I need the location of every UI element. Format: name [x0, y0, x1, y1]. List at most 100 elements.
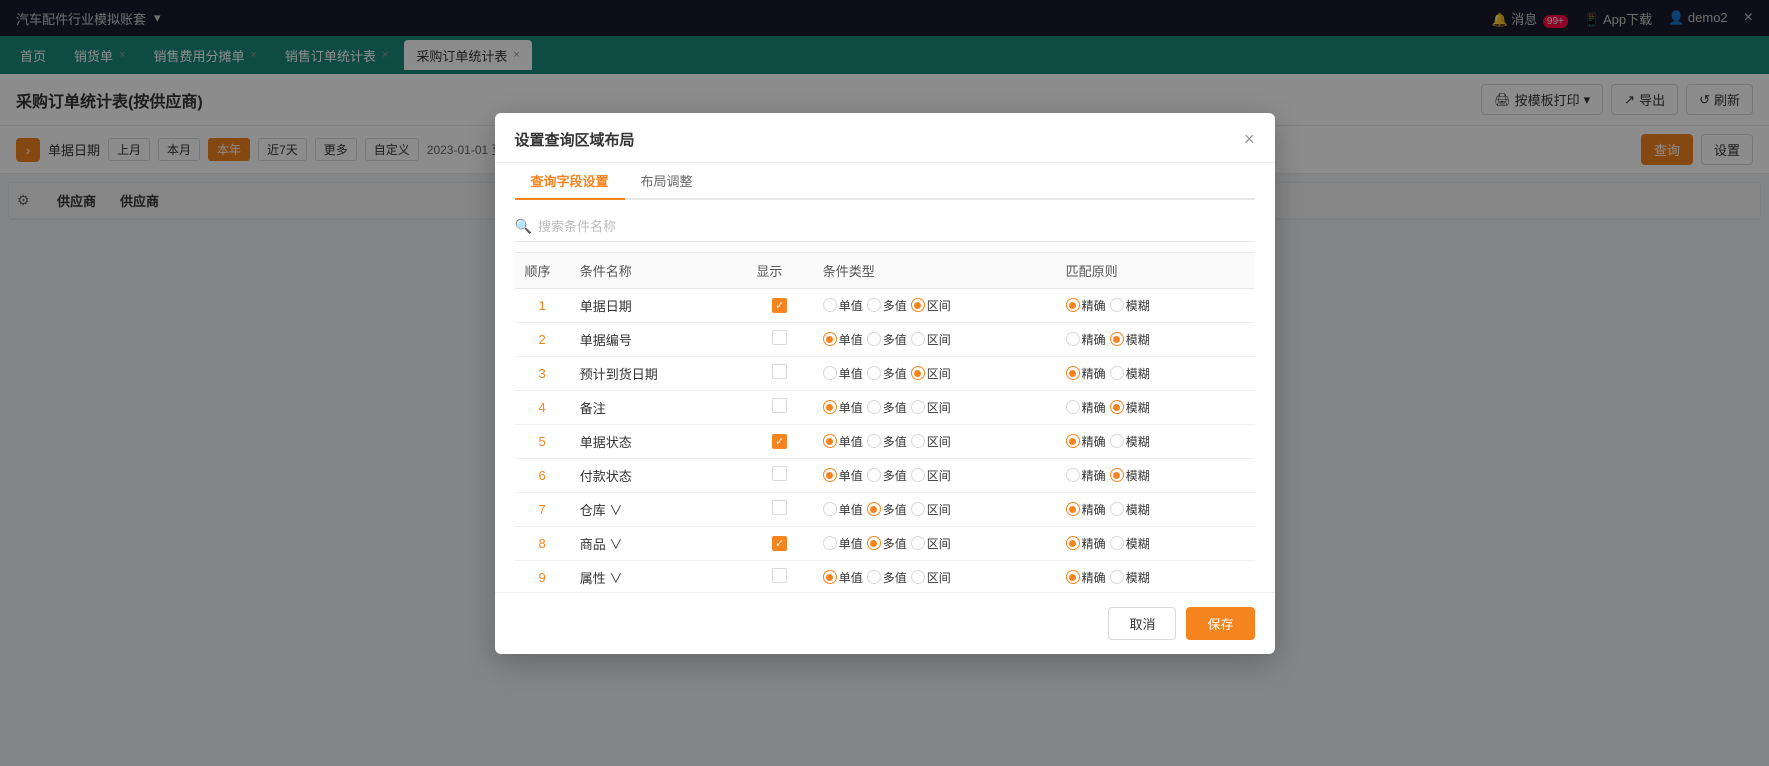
radio-match-模糊[interactable]: 模糊: [1110, 569, 1150, 586]
radio-type-单值[interactable]: 单值: [823, 399, 863, 416]
radio-circle: [1066, 332, 1080, 346]
radio-circle: [1110, 536, 1124, 550]
radio-type-区间[interactable]: 区间: [911, 467, 951, 484]
row-display-cell: ✓: [746, 526, 812, 560]
row-type-cell: 单值多值区间: [813, 424, 1056, 458]
conditions-table-scroll[interactable]: 顺序 条件名称 显示 条件类型 匹配原则 1单据日期✓单值多值区间精确模糊2单据…: [515, 252, 1255, 592]
radio-type-多值[interactable]: 多值: [867, 331, 907, 348]
row-order: 5: [515, 424, 570, 458]
row-display-checkbox[interactable]: [772, 568, 787, 583]
row-display-checkbox[interactable]: [772, 500, 787, 515]
radio-circle: [867, 400, 881, 414]
row-name: 单据编号: [570, 322, 747, 356]
radio-circle: [1110, 502, 1124, 516]
dialog-close-btn[interactable]: ×: [1244, 129, 1255, 150]
radio-type-区间[interactable]: 区间: [911, 433, 951, 450]
radio-type-区间[interactable]: 区间: [911, 365, 951, 382]
row-display-checkbox[interactable]: ✓: [772, 536, 787, 551]
radio-type-多值[interactable]: 多值: [867, 297, 907, 314]
radio-circle: [1066, 400, 1080, 414]
radio-type-区间[interactable]: 区间: [911, 535, 951, 552]
radio-type-区间[interactable]: 区间: [911, 569, 951, 586]
row-display-checkbox[interactable]: [772, 466, 787, 481]
radio-type-区间[interactable]: 区间: [911, 501, 951, 518]
radio-match-精确[interactable]: 精确: [1066, 467, 1106, 484]
row-display-cell: [746, 492, 812, 526]
radio-match-模糊[interactable]: 模糊: [1110, 433, 1150, 450]
radio-circle: [911, 468, 925, 482]
row-display-cell: ✓: [746, 288, 812, 322]
radio-type-单值[interactable]: 单值: [823, 297, 863, 314]
row-type-cell: 单值多值区间: [813, 492, 1056, 526]
radio-match-模糊[interactable]: 模糊: [1110, 365, 1150, 382]
row-display-checkbox[interactable]: [772, 330, 787, 345]
radio-match-模糊[interactable]: 模糊: [1110, 297, 1150, 314]
radio-type-多值[interactable]: 多值: [867, 535, 907, 552]
radio-match-精确[interactable]: 精确: [1066, 535, 1106, 552]
radio-circle: [867, 332, 881, 346]
radio-circle: [1110, 332, 1124, 346]
radio-type-多值[interactable]: 多值: [867, 399, 907, 416]
row-type-cell: 单值多值区间: [813, 322, 1056, 356]
save-btn[interactable]: 保存: [1186, 607, 1254, 640]
row-display-checkbox[interactable]: ✓: [772, 434, 787, 449]
radio-match-精确[interactable]: 精确: [1066, 399, 1106, 416]
row-display-cell: [746, 356, 812, 390]
radio-match-模糊[interactable]: 模糊: [1110, 331, 1150, 348]
dialog-tab-layout[interactable]: 布局调整: [625, 163, 709, 200]
radio-circle: [823, 570, 837, 584]
th-match: 匹配原则: [1056, 252, 1255, 288]
radio-type-多值[interactable]: 多值: [867, 467, 907, 484]
radio-match-精确[interactable]: 精确: [1066, 569, 1106, 586]
radio-circle: [1110, 400, 1124, 414]
row-name: 预计到货日期: [570, 356, 747, 390]
radio-type-区间[interactable]: 区间: [911, 331, 951, 348]
radio-circle: [823, 366, 837, 380]
row-display-checkbox[interactable]: [772, 398, 787, 413]
radio-match-精确[interactable]: 精确: [1066, 297, 1106, 314]
radio-match-精确[interactable]: 精确: [1066, 331, 1106, 348]
row-display-checkbox[interactable]: ✓: [772, 298, 787, 313]
radio-type-单值[interactable]: 单值: [823, 501, 863, 518]
radio-type-单值[interactable]: 单值: [823, 433, 863, 450]
cancel-btn[interactable]: 取消: [1108, 607, 1176, 640]
radio-type-单值[interactable]: 单值: [823, 569, 863, 586]
radio-type-单值[interactable]: 单值: [823, 365, 863, 382]
radio-circle: [823, 536, 837, 550]
radio-type-单值[interactable]: 单值: [823, 535, 863, 552]
row-match-cell: 精确模糊: [1056, 390, 1255, 424]
radio-type-多值[interactable]: 多值: [867, 569, 907, 586]
radio-match-模糊[interactable]: 模糊: [1110, 467, 1150, 484]
table-row: 4备注单值多值区间精确模糊: [515, 390, 1255, 424]
th-name: 条件名称: [570, 252, 747, 288]
radio-type-单值[interactable]: 单值: [823, 467, 863, 484]
row-order: 2: [515, 322, 570, 356]
row-name: 单据日期: [570, 288, 747, 322]
search-input[interactable]: [538, 219, 1255, 234]
row-type-cell: 单值多值区间: [813, 560, 1056, 592]
dialog-tab-fields[interactable]: 查询字段设置: [515, 163, 625, 200]
radio-match-模糊[interactable]: 模糊: [1110, 501, 1150, 518]
row-match-cell: 精确模糊: [1056, 560, 1255, 592]
radio-type-多值[interactable]: 多值: [867, 433, 907, 450]
th-display: 显示: [746, 252, 812, 288]
radio-match-精确[interactable]: 精确: [1066, 433, 1106, 450]
radio-match-精确[interactable]: 精确: [1066, 501, 1106, 518]
table-row: 6付款状态单值多值区间精确模糊: [515, 458, 1255, 492]
radio-type-多值[interactable]: 多值: [867, 365, 907, 382]
row-name: 仓库 ∨: [570, 492, 747, 526]
radio-type-区间[interactable]: 区间: [911, 399, 951, 416]
radio-match-模糊[interactable]: 模糊: [1110, 535, 1150, 552]
row-display-checkbox[interactable]: [772, 364, 787, 379]
radio-match-模糊[interactable]: 模糊: [1110, 399, 1150, 416]
radio-match-精确[interactable]: 精确: [1066, 365, 1106, 382]
table-row: 9属性 ∨单值多值区间精确模糊: [515, 560, 1255, 592]
radio-circle: [1066, 570, 1080, 584]
row-match-cell: 精确模糊: [1056, 458, 1255, 492]
row-match-cell: 精确模糊: [1056, 526, 1255, 560]
radio-circle: [823, 502, 837, 516]
radio-type-多值[interactable]: 多值: [867, 501, 907, 518]
radio-type-单值[interactable]: 单值: [823, 331, 863, 348]
row-name: 商品 ∨: [570, 526, 747, 560]
radio-type-区间[interactable]: 区间: [911, 297, 951, 314]
